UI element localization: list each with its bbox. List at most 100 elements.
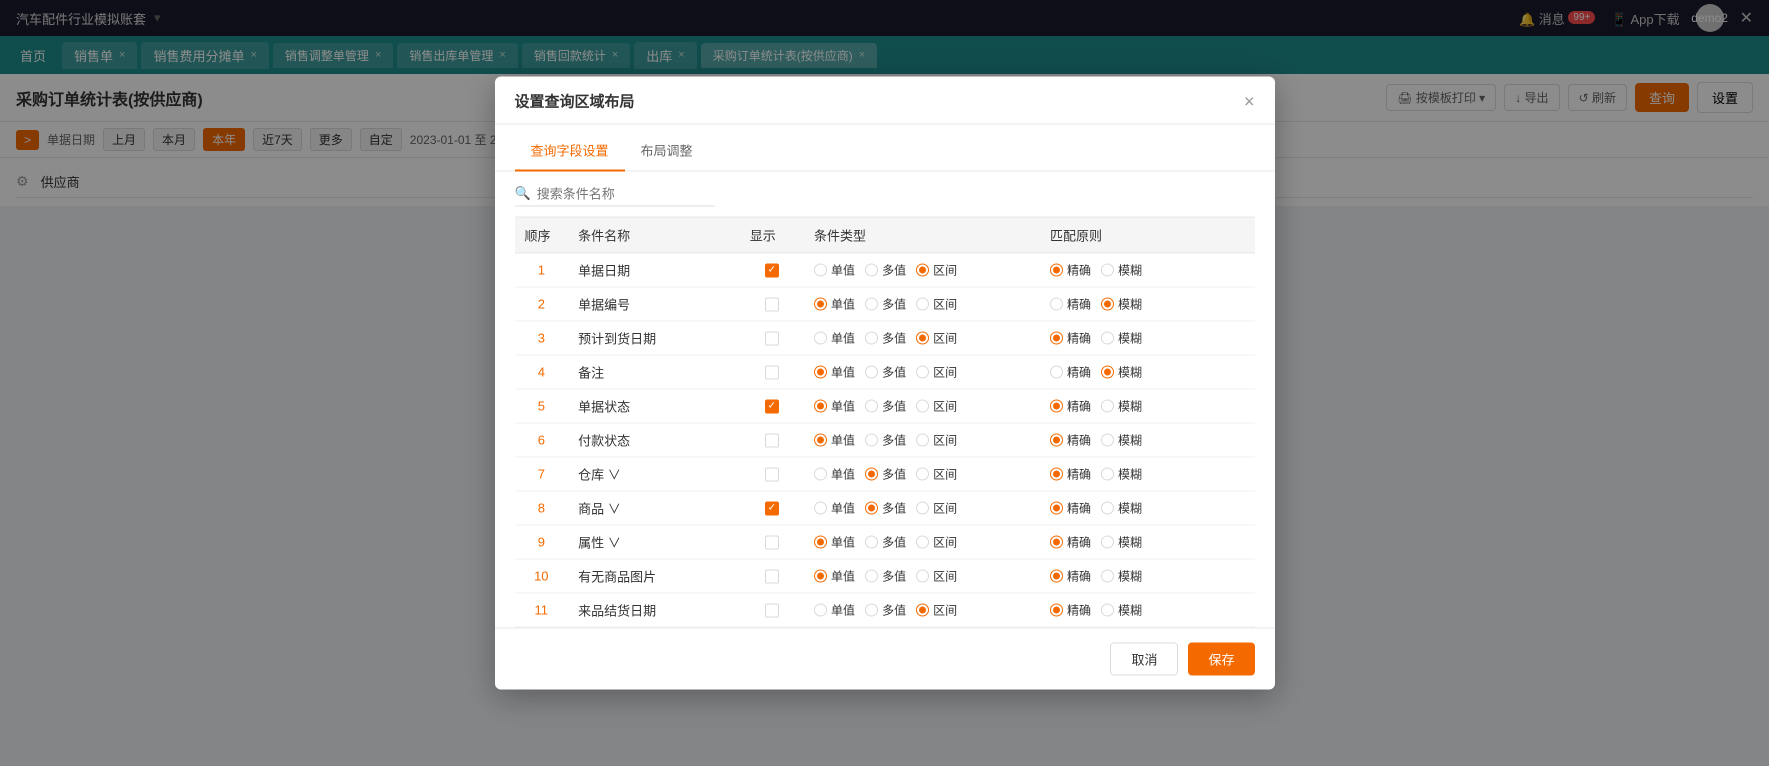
cell-show xyxy=(740,559,804,593)
type-radio-item[interactable]: 多值 xyxy=(865,534,906,551)
type-radio-item[interactable]: 区间 xyxy=(916,398,957,415)
type-radio-item[interactable]: 单值 xyxy=(814,500,855,517)
type-radio-item[interactable]: 区间 xyxy=(916,330,957,347)
show-checkbox[interactable] xyxy=(765,569,779,583)
type-radio-item[interactable]: 单值 xyxy=(814,568,855,585)
type-radio-item[interactable]: 单值 xyxy=(814,296,855,313)
type-radio-item[interactable]: 区间 xyxy=(916,296,957,313)
radio-dot-icon xyxy=(1050,604,1063,617)
radio-dot-icon xyxy=(1050,570,1063,583)
rule-radio-item[interactable]: 模糊 xyxy=(1101,602,1142,619)
type-radio-item[interactable]: 多值 xyxy=(865,568,906,585)
type-radio-item[interactable]: 区间 xyxy=(916,500,957,517)
modal-close-button[interactable]: × xyxy=(1244,92,1255,110)
type-radio-item[interactable]: 多值 xyxy=(865,500,906,517)
type-radio-item[interactable]: 区间 xyxy=(916,602,957,619)
th-show: 显示 xyxy=(740,217,804,253)
rule-radio-item[interactable]: 精确 xyxy=(1050,330,1091,347)
radio-dot-icon xyxy=(1101,604,1114,617)
type-radio-item[interactable]: 单值 xyxy=(814,262,855,279)
show-checkbox[interactable] xyxy=(765,331,779,345)
radio-dot-icon xyxy=(916,468,929,481)
type-radio-item[interactable]: 区间 xyxy=(916,466,957,483)
type-radio-item[interactable]: 区间 xyxy=(916,534,957,551)
radio-dot-icon xyxy=(916,570,929,583)
type-radio-item[interactable]: 多值 xyxy=(865,432,906,449)
rule-radio-item[interactable]: 模糊 xyxy=(1101,466,1142,483)
rule-radio-item[interactable]: 模糊 xyxy=(1101,432,1142,449)
type-radio-item[interactable]: 区间 xyxy=(916,432,957,449)
radio-dot-icon xyxy=(1050,400,1063,413)
show-checkbox[interactable] xyxy=(765,501,779,515)
radio-dot-icon xyxy=(814,502,827,515)
rule-radio-item[interactable]: 精确 xyxy=(1050,262,1091,279)
rule-radio-item[interactable]: 精确 xyxy=(1050,398,1091,415)
radio-dot-icon xyxy=(814,434,827,447)
rule-radio-item[interactable]: 精确 xyxy=(1050,602,1091,619)
rule-radio-item[interactable]: 模糊 xyxy=(1101,262,1142,279)
cell-show xyxy=(740,525,804,559)
show-checkbox[interactable] xyxy=(765,603,779,617)
show-checkbox[interactable] xyxy=(765,365,779,379)
save-button[interactable]: 保存 xyxy=(1188,643,1254,676)
cell-show xyxy=(740,287,804,321)
type-radio-item[interactable]: 多值 xyxy=(865,296,906,313)
radio-dot-icon xyxy=(1050,434,1063,447)
rule-radio-item[interactable]: 精确 xyxy=(1050,296,1091,313)
type-radio-item[interactable]: 单值 xyxy=(814,534,855,551)
radio-dot-icon xyxy=(865,298,878,311)
type-radio-item[interactable]: 单值 xyxy=(814,398,855,415)
radio-dot-icon xyxy=(865,468,878,481)
type-radio-item[interactable]: 多值 xyxy=(865,602,906,619)
rule-radio-item[interactable]: 模糊 xyxy=(1101,296,1142,313)
cell-name: 预计到货日期 xyxy=(568,321,740,355)
table-row: 11来品结货日期单值多值区间精确模糊 xyxy=(515,593,1255,627)
type-radio-item[interactable]: 多值 xyxy=(865,466,906,483)
show-checkbox[interactable] xyxy=(765,263,779,277)
modal-table-wrap: 顺序 条件名称 显示 条件类型 匹配原则 1单据日期单值多值区间精确模糊2单据编… xyxy=(495,217,1275,628)
rule-radio-item[interactable]: 模糊 xyxy=(1101,568,1142,585)
type-radio-item[interactable]: 多值 xyxy=(865,364,906,381)
radio-dot-icon xyxy=(1101,468,1114,481)
rule-radio-item[interactable]: 精确 xyxy=(1050,432,1091,449)
rule-radio-item[interactable]: 模糊 xyxy=(1101,534,1142,551)
rule-radio-item[interactable]: 精确 xyxy=(1050,364,1091,381)
tab-layout[interactable]: 布局调整 xyxy=(625,135,709,172)
tab-query-fields[interactable]: 查询字段设置 xyxy=(515,135,625,172)
type-radio-item[interactable]: 单值 xyxy=(814,364,855,381)
search-box: 🔍 xyxy=(495,172,1275,217)
table-row: 1单据日期单值多值区间精确模糊 xyxy=(515,253,1255,287)
rule-radio-item[interactable]: 模糊 xyxy=(1101,398,1142,415)
rule-radio-item[interactable]: 模糊 xyxy=(1101,500,1142,517)
radio-dot-icon xyxy=(1050,298,1063,311)
type-radio-item[interactable]: 多值 xyxy=(865,398,906,415)
cell-show xyxy=(740,593,804,627)
show-checkbox[interactable] xyxy=(765,433,779,447)
cell-rule: 精确模糊 xyxy=(1040,355,1255,389)
radio-dot-icon xyxy=(814,604,827,617)
type-radio-item[interactable]: 单值 xyxy=(814,432,855,449)
radio-dot-icon xyxy=(1050,468,1063,481)
type-radio-item[interactable]: 多值 xyxy=(865,330,906,347)
cell-type: 单值多值区间 xyxy=(804,321,1040,355)
rule-radio-item[interactable]: 精确 xyxy=(1050,534,1091,551)
rule-radio-item[interactable]: 模糊 xyxy=(1101,330,1142,347)
type-radio-item[interactable]: 区间 xyxy=(916,568,957,585)
show-checkbox[interactable] xyxy=(765,297,779,311)
cell-show xyxy=(740,457,804,491)
type-radio-item[interactable]: 区间 xyxy=(916,364,957,381)
type-radio-item[interactable]: 多值 xyxy=(865,262,906,279)
search-input[interactable] xyxy=(537,186,697,201)
rule-radio-item[interactable]: 模糊 xyxy=(1101,364,1142,381)
show-checkbox[interactable] xyxy=(765,467,779,481)
type-radio-item[interactable]: 区间 xyxy=(916,262,957,279)
type-radio-item[interactable]: 单值 xyxy=(814,602,855,619)
type-radio-item[interactable]: 单值 xyxy=(814,466,855,483)
cancel-button[interactable]: 取消 xyxy=(1110,643,1178,676)
rule-radio-item[interactable]: 精确 xyxy=(1050,500,1091,517)
show-checkbox[interactable] xyxy=(765,399,779,413)
show-checkbox[interactable] xyxy=(765,535,779,549)
type-radio-item[interactable]: 单值 xyxy=(814,330,855,347)
rule-radio-item[interactable]: 精确 xyxy=(1050,568,1091,585)
rule-radio-item[interactable]: 精确 xyxy=(1050,466,1091,483)
